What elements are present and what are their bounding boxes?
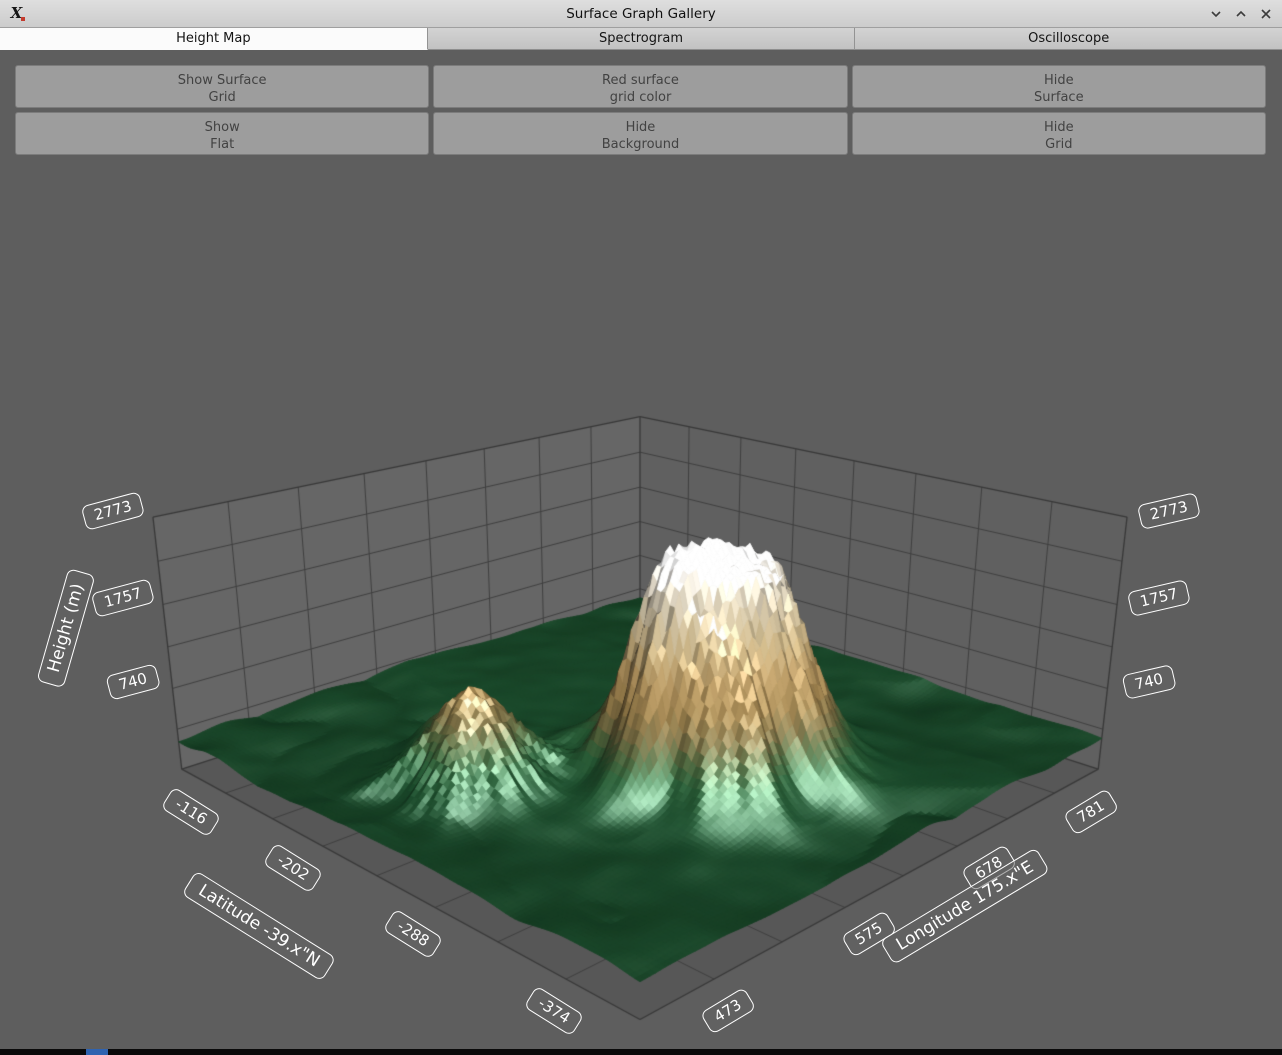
- surface-grid-color-button[interactable]: Red surfacegrid color: [433, 65, 847, 108]
- surface-plot-area: 7407401757175727732773-116-202-288-37447…: [0, 160, 1282, 1049]
- tab-oscilloscope[interactable]: Oscilloscope: [855, 28, 1282, 50]
- control-button-panel: Show SurfaceGridRed surfacegrid colorHid…: [0, 50, 1282, 160]
- button-label-line1: Hide: [853, 119, 1265, 136]
- button-label-line1: Hide: [434, 119, 846, 136]
- app-window: X Surface Graph Gallery Height MapSpectr…: [0, 0, 1282, 1055]
- toggle-surface-button[interactable]: HideSurface: [852, 65, 1266, 108]
- button-label-line2: Grid: [853, 136, 1265, 153]
- tab-bar: Height MapSpectrogramOscilloscope: [0, 28, 1282, 50]
- maximize-window-icon[interactable]: [1233, 6, 1249, 22]
- screen-bottom-strip: [0, 1049, 1282, 1055]
- window-controls: [1208, 6, 1274, 22]
- tab-spectrogram[interactable]: Spectrogram: [428, 28, 856, 50]
- taskbar-sliver: [86, 1049, 108, 1055]
- button-label-line2: grid color: [434, 89, 846, 106]
- button-row-2: ShowFlatHideBackgroundHideGrid: [15, 112, 1266, 155]
- button-label-line1: Red surface: [434, 72, 846, 89]
- toggle-background-button[interactable]: HideBackground: [433, 112, 847, 155]
- button-label-line1: Show: [16, 119, 428, 136]
- button-row-1: Show SurfaceGridRed surfacegrid colorHid…: [15, 65, 1266, 108]
- button-label-line2: Flat: [16, 136, 428, 153]
- button-label-line1: Hide: [853, 72, 1265, 89]
- window-title: Surface Graph Gallery: [0, 6, 1282, 22]
- close-window-icon[interactable]: [1258, 6, 1274, 22]
- tab-height-map[interactable]: Height Map: [0, 28, 428, 50]
- button-label-line1: Show Surface: [16, 72, 428, 89]
- button-label-line2: Surface: [853, 89, 1265, 106]
- shade-window-icon[interactable]: [1208, 6, 1224, 22]
- button-label-line2: Background: [434, 136, 846, 153]
- toggle-grid-button[interactable]: HideGrid: [852, 112, 1266, 155]
- toggle-surface-grid-button[interactable]: Show SurfaceGrid: [15, 65, 429, 108]
- toggle-flat-button[interactable]: ShowFlat: [15, 112, 429, 155]
- button-label-line2: Grid: [16, 89, 428, 106]
- title-bar[interactable]: X Surface Graph Gallery: [0, 0, 1282, 28]
- surface-3d-canvas[interactable]: [0, 160, 1282, 1049]
